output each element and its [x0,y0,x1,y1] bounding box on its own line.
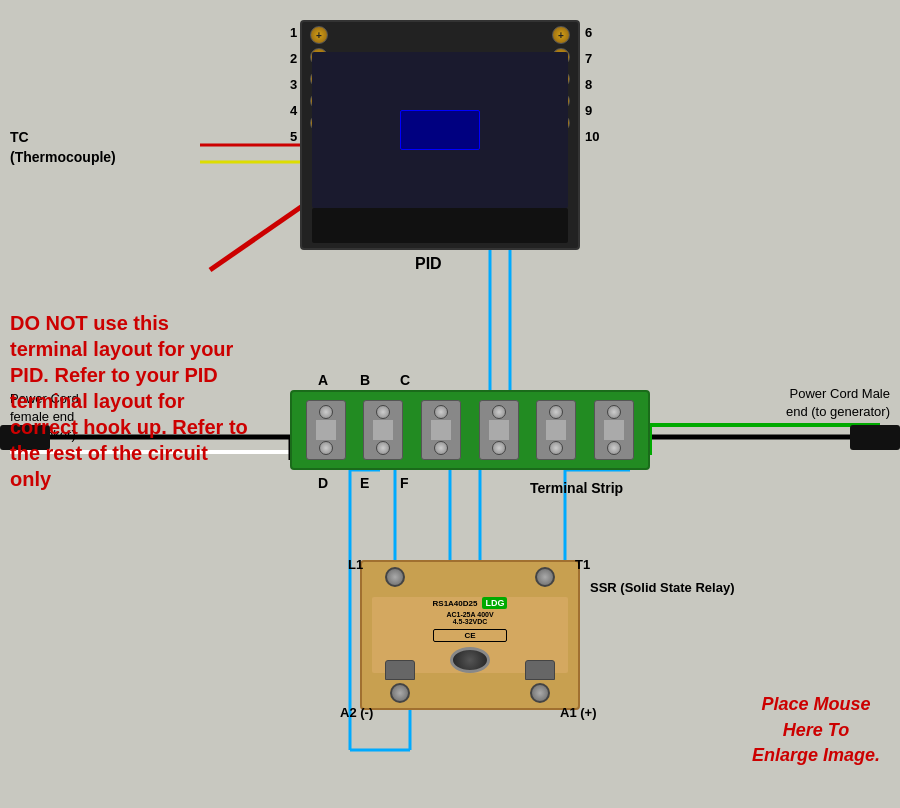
ssr-unit: RS1A40D25 LDG AC1-25A 400V4.5-32VDC CE [360,560,580,710]
pid-num-10: 10 [585,129,599,144]
ssr-screw-a2 [390,683,410,703]
pid-num-2: 2 [290,51,297,66]
pid-label: PID [415,255,442,273]
ts-label-c: C [400,372,410,388]
pid-num-3: 3 [290,77,297,92]
ssr-label-t1: T1 [575,557,590,572]
ts-label-e: E [360,475,369,491]
pid-display [400,110,480,150]
ts-screw-d-top [492,405,506,419]
pid-num-7: 7 [585,51,592,66]
pid-body [312,52,568,208]
ts-screw-a-bot [319,441,333,455]
ssr-top-terminals [362,562,578,592]
ssr-bottom-terminals [362,655,578,708]
ts-screw-d-bot [492,441,506,455]
ts-terminal-c [421,400,461,460]
pid-num-8: 8 [585,77,592,92]
ts-screw-f-top [607,405,621,419]
ts-terminal-a [306,400,346,460]
ts-label-a: A [318,372,328,388]
ts-label-d: D [318,475,328,491]
mouse-hint: Place MouseHere ToEnlarge Image. [752,692,880,768]
ts-terminal-d [479,400,519,460]
pid-num-6: 6 [585,25,592,40]
ts-screw-a-top [319,405,333,419]
ssr-label: SSR (Solid State Relay) [590,580,734,595]
ts-screw-b-bot [376,441,390,455]
pid-num-5: 5 [290,129,297,144]
ssr-label-l1: L1 [348,557,363,572]
diagram: 1 2 3 4 5 6 7 8 9 10 PID TC(Thermocouple… [0,0,900,808]
warning-text: DO NOT use this terminal layout for your… [10,310,250,492]
ssr-label-a1: A1 (+) [560,705,596,720]
terminal-strip [290,390,650,470]
pid-unit [300,20,580,250]
ts-screw-f-bot [607,441,621,455]
pid-terminal-6 [552,26,570,44]
ssr-screw-a1 [530,683,550,703]
ts-screw-c-top [434,405,448,419]
ssr-screw-l1 [385,567,405,587]
power-right-label: Power Cord Maleend (to generator) [786,385,890,421]
ts-label-b: B [360,372,370,388]
pid-num-1: 1 [290,25,297,40]
ts-screw-c-bot [434,441,448,455]
pid-num-4: 4 [290,103,297,118]
tc-label: TC(Thermocouple) [10,128,116,167]
ts-label-f: F [400,475,409,491]
ts-terminal-b [363,400,403,460]
ts-terminal-f [594,400,634,460]
ts-screw-e-bot [549,441,563,455]
ts-terminal-e [536,400,576,460]
ssr-label-a2: A2 (-) [340,705,373,720]
ssr-brand: RS1A40D25 LDG AC1-25A 400V4.5-32VDC CE [433,597,508,642]
ssr-screw-t1 [535,567,555,587]
pid-terminal-1 [310,26,328,44]
terminal-strip-label: Terminal Strip [530,480,623,496]
ts-screw-b-top [376,405,390,419]
power-cord-right [850,425,900,450]
pid-num-9: 9 [585,103,592,118]
ts-screw-e-top [549,405,563,419]
